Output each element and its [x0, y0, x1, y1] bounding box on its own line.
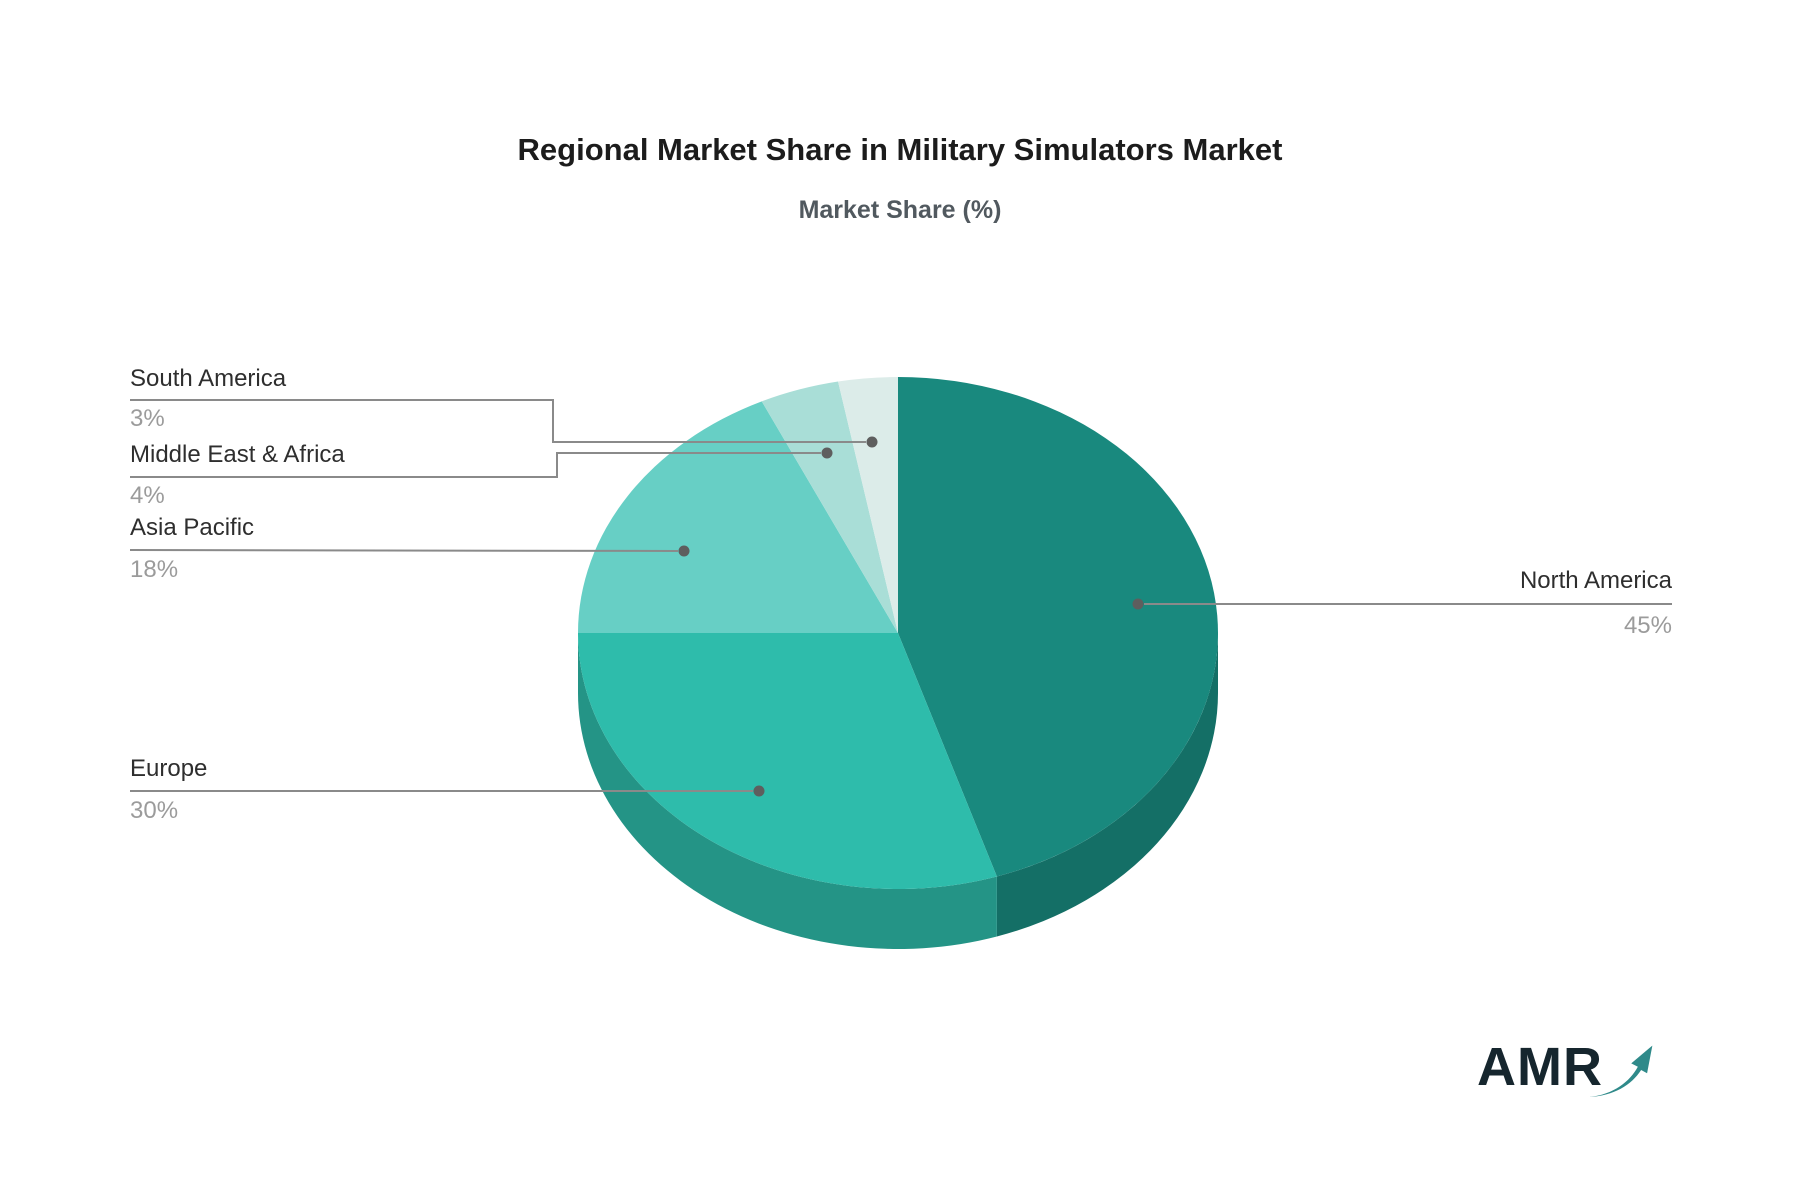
label-south-america: South America: [130, 365, 287, 392]
leader-dot-asia-pacific: [678, 545, 690, 557]
callout-asia-pacific: Asia Pacific 18%: [130, 514, 255, 583]
value-middle-east-africa: 4%: [130, 482, 165, 509]
chart-subtitle: Market Share (%): [798, 196, 1002, 224]
leader-dot-middle-east-africa: [821, 447, 833, 459]
callout-south-america: South America 3%: [130, 365, 287, 432]
label-middle-east-africa: Middle East & Africa: [130, 441, 345, 468]
pie-chart: [129, 377, 1672, 949]
amr-logo-text: AMR: [1477, 1037, 1603, 1097]
callout-europe: Europe 30%: [130, 755, 208, 824]
leader-dot-south-america: [866, 436, 878, 448]
amr-logo: AMR: [1477, 1036, 1655, 1100]
label-north-america: North America: [1519, 567, 1672, 594]
value-europe: 30%: [130, 797, 179, 824]
value-north-america: 45%: [1623, 612, 1672, 639]
label-asia-pacific: Asia Pacific: [130, 514, 255, 541]
leader-line-asia-pacific: [129, 549, 679, 552]
leader-dot-europe: [753, 785, 765, 797]
label-europe: Europe: [130, 755, 208, 782]
callout-north-america: North America 45%: [1272, 567, 1672, 639]
chart-title: Regional Market Share in Military Simula…: [517, 132, 1283, 167]
chart-canvas: Regional Market Share in Military Simula…: [0, 0, 1800, 1196]
value-asia-pacific: 18%: [130, 556, 179, 583]
logo-arrow-icon: [1588, 1045, 1653, 1098]
leader-dot-north-america: [1132, 598, 1144, 610]
value-south-america: 3%: [130, 405, 165, 432]
callout-middle-east-africa: Middle East & Africa 4%: [130, 441, 345, 509]
